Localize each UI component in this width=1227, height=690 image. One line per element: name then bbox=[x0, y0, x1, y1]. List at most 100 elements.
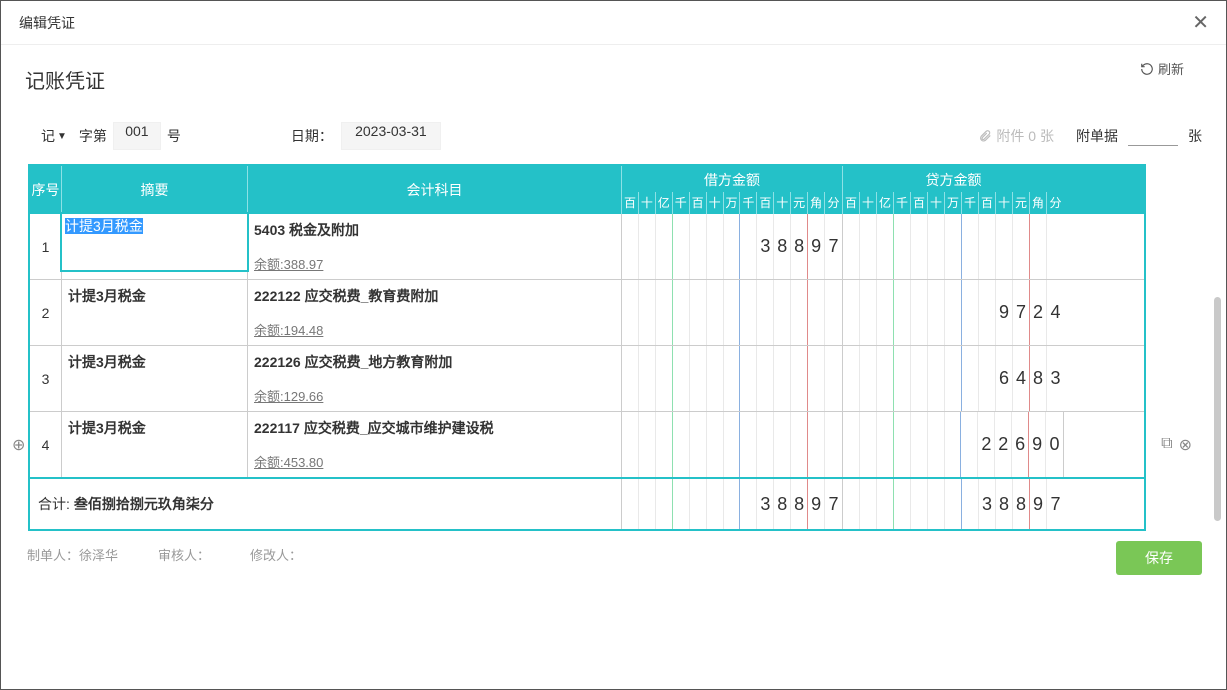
digit-cell bbox=[911, 346, 928, 411]
subject-balance[interactable]: 余额:453.80 bbox=[254, 452, 615, 471]
summary-cell[interactable]: 计提3月税金 bbox=[62, 214, 248, 279]
digit-cell: 8 bbox=[1013, 479, 1030, 529]
unit-cell: 百 bbox=[911, 192, 928, 214]
zidi-label: 字第 bbox=[79, 126, 107, 146]
digit-cell bbox=[928, 412, 945, 477]
digit-cell bbox=[911, 280, 928, 345]
credit-cell[interactable]: 9724 bbox=[843, 280, 1064, 345]
table-row: 4计提3月税金222117 应交税费_应交城市维护建设税余额:453.80226… bbox=[30, 412, 1144, 477]
attachment-link[interactable]: 附件 0 张 bbox=[978, 126, 1054, 146]
digit-cell: 7 bbox=[825, 479, 842, 529]
digit-cell: 9 bbox=[1030, 479, 1047, 529]
subject-balance[interactable]: 余额:194.48 bbox=[254, 320, 615, 339]
credit-cell[interactable]: 6483 bbox=[843, 346, 1064, 411]
digit-cell bbox=[808, 280, 825, 345]
debit-cell[interactable] bbox=[622, 346, 843, 411]
digit-cell: 2 bbox=[978, 412, 995, 477]
digit-cell bbox=[860, 214, 877, 279]
digit-cell bbox=[690, 214, 707, 279]
digit-cell bbox=[707, 412, 724, 477]
auditor-field: 审核人： bbox=[158, 545, 210, 564]
unit-cell: 十 bbox=[928, 192, 945, 214]
digit-cell bbox=[843, 214, 860, 279]
digit-cell: 4 bbox=[1013, 346, 1030, 411]
digit-cell bbox=[945, 346, 962, 411]
digit-cell: 7 bbox=[1013, 280, 1030, 345]
subject-cell[interactable]: 222126 应交税费_地方教育附加余额:129.66 bbox=[248, 346, 622, 411]
total-label: 合计: bbox=[38, 494, 70, 514]
digit-cell: 4 bbox=[1047, 280, 1064, 345]
digit-cell bbox=[707, 346, 724, 411]
summary-cell[interactable]: 计提3月税金 bbox=[62, 412, 248, 477]
digit-cell bbox=[961, 412, 978, 477]
zhang-label: 张 bbox=[1188, 126, 1202, 146]
digit-cell bbox=[979, 346, 996, 411]
add-row-icon[interactable]: ⊕ bbox=[12, 435, 25, 455]
unit-cell: 十 bbox=[996, 192, 1013, 214]
maker-label: 制单人： bbox=[27, 548, 79, 563]
digit-cell: 7 bbox=[825, 214, 842, 279]
summary-cell[interactable]: 计提3月税金 bbox=[62, 346, 248, 411]
digit-cell bbox=[911, 412, 928, 477]
debit-cell[interactable] bbox=[622, 280, 843, 345]
hao-label: 号 bbox=[167, 126, 181, 146]
subject-cell[interactable]: 222122 应交税费_教育费附加余额:194.48 bbox=[248, 280, 622, 345]
unit-cell: 十 bbox=[860, 192, 877, 214]
digit-cell bbox=[622, 412, 639, 477]
digit-cell bbox=[774, 280, 791, 345]
digit-cell bbox=[740, 412, 757, 477]
digit-cell bbox=[894, 412, 911, 477]
digit-cell bbox=[673, 412, 690, 477]
unit-cell: 千 bbox=[894, 192, 911, 214]
digit-cell bbox=[877, 214, 894, 279]
digit-cell bbox=[843, 479, 860, 529]
digit-cell bbox=[656, 479, 673, 529]
close-icon[interactable]: ✕ bbox=[1192, 10, 1209, 35]
total-debit: 38897 bbox=[622, 479, 843, 529]
digit-cell: 2 bbox=[995, 412, 1012, 477]
digit-cell bbox=[979, 214, 996, 279]
delete-row-icon[interactable]: ⊗ bbox=[1179, 435, 1192, 455]
subject-cell[interactable]: 5403 税金及附加余额:388.97 bbox=[248, 214, 622, 279]
debit-cell[interactable] bbox=[622, 412, 843, 477]
credit-cell[interactable] bbox=[843, 214, 1064, 279]
digit-cell: 8 bbox=[774, 479, 791, 529]
save-button[interactable]: 保存 bbox=[1116, 541, 1202, 575]
col-subject: 会计科目 bbox=[248, 166, 622, 214]
row-index: 2 bbox=[30, 280, 62, 345]
digit-cell bbox=[825, 280, 842, 345]
debit-cell[interactable]: 38897 bbox=[622, 214, 843, 279]
scrollbar[interactable] bbox=[1214, 297, 1221, 521]
copy-row-icon[interactable]: ⧉ bbox=[1161, 435, 1172, 455]
digit-cell bbox=[656, 214, 673, 279]
digit-cell bbox=[843, 280, 860, 345]
subject-balance[interactable]: 余额:129.66 bbox=[254, 386, 615, 405]
digit-cell: 0 bbox=[1046, 412, 1063, 477]
digit-cell bbox=[843, 346, 860, 411]
digit-cell bbox=[1047, 214, 1064, 279]
date-input[interactable]: 2023-03-31 bbox=[341, 122, 441, 150]
voucher-type-select[interactable]: 记 ▼ bbox=[35, 122, 73, 150]
paperclip-icon bbox=[978, 129, 992, 143]
digit-cell bbox=[928, 479, 945, 529]
digit-cell bbox=[894, 346, 911, 411]
voucher-number-input[interactable]: 001 bbox=[113, 122, 161, 150]
digit-cell bbox=[622, 280, 639, 345]
subject-cell[interactable]: 222117 应交税费_应交城市维护建设税余额:453.80 bbox=[248, 412, 622, 477]
digit-cell bbox=[774, 346, 791, 411]
digit-cell bbox=[690, 479, 707, 529]
attach-doc-count-input[interactable] bbox=[1128, 126, 1178, 146]
refresh-button[interactable]: 刷新 bbox=[1140, 59, 1184, 78]
digit-cell bbox=[962, 214, 979, 279]
subject-name: 5403 税金及附加 bbox=[254, 220, 615, 240]
summary-cell[interactable]: 计提3月税金 bbox=[62, 280, 248, 345]
summary-text-selected[interactable]: 计提3月税金 bbox=[65, 218, 143, 234]
credit-cell[interactable]: 22690 bbox=[843, 412, 1064, 477]
unit-cell: 分 bbox=[1047, 192, 1064, 214]
subject-balance[interactable]: 余额:388.97 bbox=[254, 254, 615, 273]
digit-cell bbox=[945, 412, 962, 477]
digit-cell bbox=[843, 412, 860, 477]
unit-cell: 分 bbox=[825, 192, 842, 214]
unit-cell: 亿 bbox=[656, 192, 673, 214]
digit-cell bbox=[740, 346, 757, 411]
